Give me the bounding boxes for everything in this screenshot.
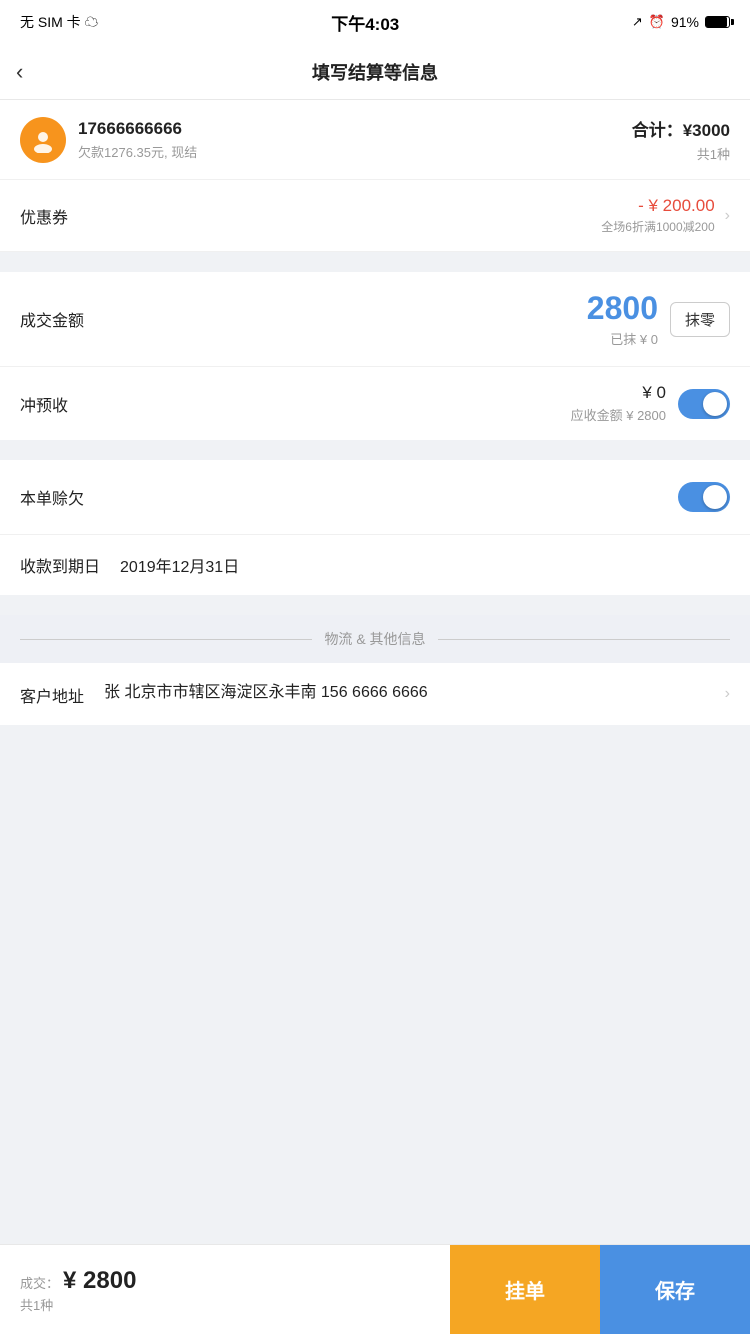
prepay-label: 冲预收 (20, 392, 68, 416)
logistics-section-header: 物流 & 其他信息 (0, 615, 750, 663)
pending-button[interactable]: 挂单 (450, 1245, 600, 1334)
deal-label: 成交金额 (20, 307, 84, 331)
address-card: 客户地址 张 北京市市辖区海淀区永丰南 156 6666 6666 › (0, 663, 750, 725)
prepay-sub: 应收金额 ¥ 2800 (571, 405, 666, 424)
prepay-value: ¥ 0 (571, 383, 666, 403)
bottom-summary-amount: ¥ 2800 (63, 1267, 136, 1295)
header-line-right (438, 639, 730, 640)
save-button[interactable]: 保存 (600, 1245, 750, 1334)
coupon-right: - ¥ 200.00 全场6折满1000减200 › (601, 196, 730, 235)
address-row[interactable]: 客户地址 张 北京市市辖区海淀区永丰南 156 6666 6666 › (0, 663, 750, 725)
bottom-bar: 成交： ¥ 2800 共1种 挂单 保存 (0, 1244, 750, 1334)
divider-3 (0, 605, 750, 615)
duedate-row: 收款到期日 2019年12月31日 (0, 534, 750, 595)
debt-toggle[interactable] (678, 482, 730, 512)
bottom-count-label: 共1种 (20, 1295, 430, 1314)
battery-percent: 91% (671, 14, 699, 30)
duedate-value: 2019年12月31日 (120, 553, 239, 577)
total-count: 共1种 (632, 144, 730, 163)
status-bar: 无 SIM 卡 ☁ 下午4:03 ↗ ⏰ 91% (0, 0, 750, 44)
debt-card: 本单赊欠 收款到期日 2019年12月31日 (0, 460, 750, 595)
coupon-value: - ¥ 200.00 (601, 196, 714, 216)
status-left: 无 SIM 卡 ☁ (20, 12, 99, 32)
battery-icon (705, 16, 730, 28)
avatar (20, 117, 66, 163)
customer-left: 17666666666 欠款1276.35元, 现结 (20, 117, 197, 163)
deal-value-col: 2800 已抹 ¥ 0 (587, 290, 658, 348)
coupon-chevron-icon: › (725, 207, 730, 225)
coupon-desc: 全场6折满1000减200 (601, 218, 714, 235)
status-time: 下午4:03 (331, 10, 399, 35)
alarm-icon: ⏰ (649, 14, 665, 30)
bottom-summary: 成交： ¥ 2800 共1种 (0, 1265, 450, 1314)
customer-info: 17666666666 欠款1276.35元, 现结 (78, 119, 197, 161)
prepay-value-col: ¥ 0 应收金额 ¥ 2800 (571, 383, 666, 424)
sim-label: 无 SIM 卡 ☁ (20, 12, 99, 32)
nav-bar: ‹ 填写结算等信息 (0, 44, 750, 100)
address-value: 张 北京市市辖区海淀区永丰南 156 6666 6666 (104, 681, 717, 705)
header-line-left (20, 639, 312, 640)
prepay-toggle[interactable] (678, 389, 730, 419)
back-button[interactable]: ‹ (8, 51, 31, 93)
customer-row: 17666666666 欠款1276.35元, 现结 合计：¥3000 共1种 (0, 100, 750, 180)
divider-4 (0, 735, 750, 935)
customer-card: 17666666666 欠款1276.35元, 现结 合计：¥3000 共1种 … (0, 100, 750, 252)
deal-right: 2800 已抹 ¥ 0 抹零 (587, 290, 730, 348)
coupon-label: 优惠券 (20, 204, 68, 228)
deal-card: 成交金额 2800 已抹 ¥ 0 抹零 冲预收 ¥ 0 应收金额 ¥ 2800 (0, 272, 750, 440)
battery-fill (706, 17, 727, 27)
deal-sub: 已抹 ¥ 0 (587, 329, 658, 348)
address-chevron-icon: › (725, 685, 730, 703)
debt-label: 本单赊欠 (20, 485, 84, 509)
coupon-right-text: - ¥ 200.00 全场6折满1000减200 (601, 196, 714, 235)
total-amount: 合计：¥3000 (632, 116, 730, 141)
divider-1 (0, 262, 750, 272)
duedate-label: 收款到期日 (20, 553, 100, 577)
divider-2 (0, 450, 750, 460)
bottom-summary-label: 成交： (20, 1273, 59, 1292)
logistics-label: 物流 & 其他信息 (324, 629, 425, 649)
deal-amount-row: 成交金额 2800 已抹 ¥ 0 抹零 (0, 272, 750, 367)
prepay-row: 冲预收 ¥ 0 应收金额 ¥ 2800 (0, 367, 750, 440)
prepay-right: ¥ 0 应收金额 ¥ 2800 (571, 383, 730, 424)
main-content: 17666666666 欠款1276.35元, 现结 合计：¥3000 共1种 … (0, 100, 750, 1035)
address-label: 客户地址 (20, 683, 84, 707)
location-icon: ↗ (632, 14, 643, 30)
status-right: ↗ ⏰ 91% (632, 14, 730, 30)
round-button[interactable]: 抹零 (670, 302, 730, 337)
coupon-row[interactable]: 优惠券 - ¥ 200.00 全场6折满1000减200 › (0, 180, 750, 252)
deal-value: 2800 (587, 290, 658, 327)
customer-right: 合计：¥3000 共1种 (632, 116, 730, 163)
page-title: 填写结算等信息 (312, 59, 438, 85)
debt-row: 本单赊欠 (0, 460, 750, 534)
customer-sub: 欠款1276.35元, 现结 (78, 142, 197, 161)
customer-phone: 17666666666 (78, 119, 197, 139)
